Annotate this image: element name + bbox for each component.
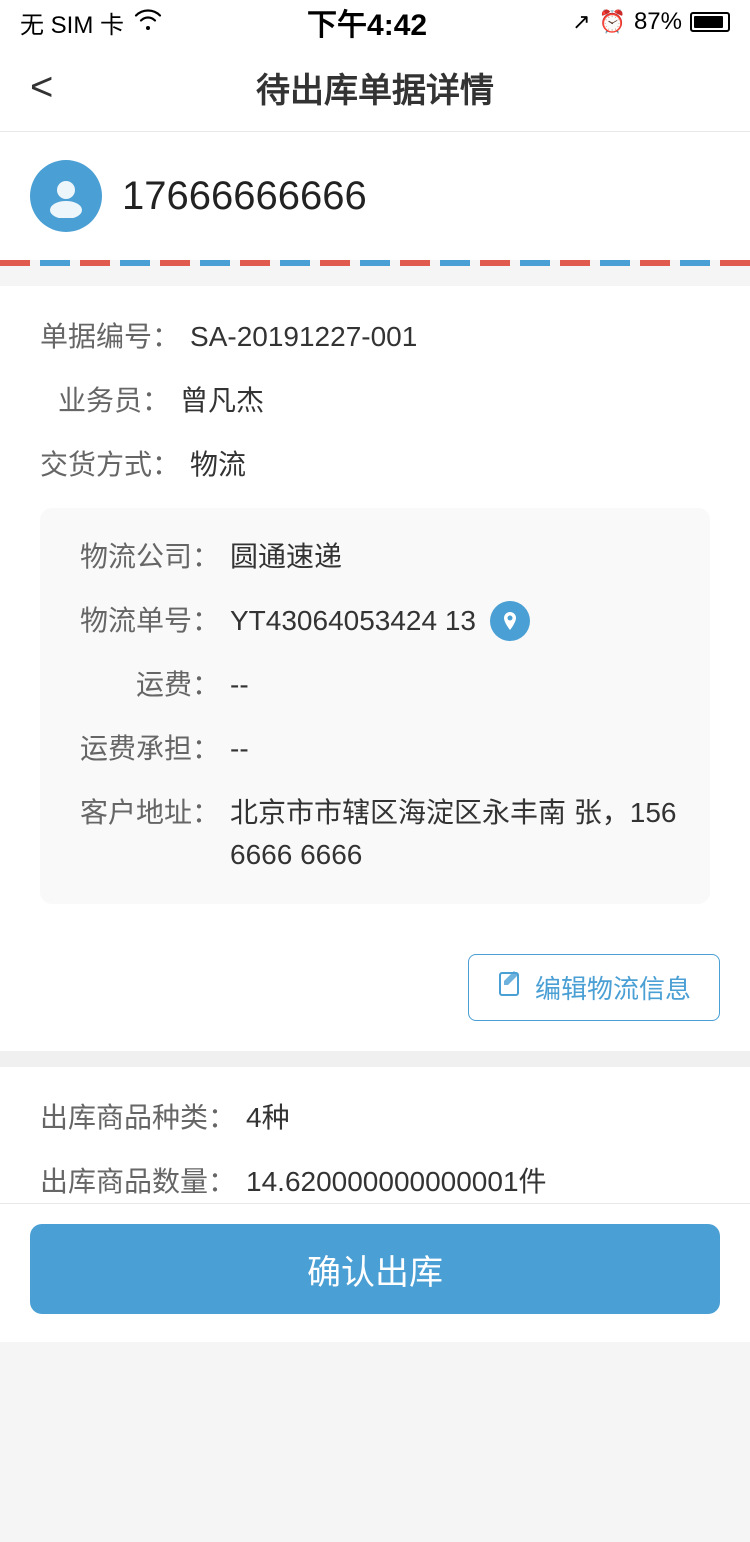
freight-value: --	[230, 664, 680, 706]
delivery-method-value: 物流	[190, 444, 710, 486]
delivery-method-label: 交货方式：	[40, 444, 180, 486]
freight-label: 运费：	[70, 664, 220, 706]
battery-icon	[690, 12, 730, 32]
customer-header: 17666666666	[0, 132, 750, 260]
freight-row: 运费： --	[70, 664, 680, 706]
freight-bearer-label: 运费承担：	[70, 728, 220, 770]
dashed-divider	[0, 260, 750, 266]
product-quantity-value: 14.620000000000001件	[246, 1161, 710, 1203]
wifi-icon	[134, 8, 162, 37]
basic-info-section: 单据编号： SA-20191227-001 业务员： 曾凡杰 交货方式： 物流 …	[0, 286, 750, 954]
status-left: 无 SIM 卡	[20, 5, 162, 40]
address-value: 北京市市辖区海淀区永丰南 张，156 6666 6666	[230, 792, 680, 876]
logistics-company-label: 物流公司：	[70, 536, 220, 578]
status-bar: 无 SIM 卡 下午4:42 ↗ ⏰ 87%	[0, 0, 750, 44]
freight-bearer-row: 运费承担： --	[70, 728, 680, 770]
document-no-value: SA-20191227-001	[190, 316, 710, 358]
product-quantity-row: 出库商品数量： 14.620000000000001件	[40, 1161, 710, 1203]
section-divider	[0, 1051, 750, 1067]
customer-phone: 17666666666	[122, 174, 367, 219]
logistics-company-value: 圆通速递	[230, 536, 680, 578]
back-button[interactable]: <	[30, 65, 53, 110]
salesperson-row: 业务员： 曾凡杰	[40, 380, 710, 422]
salesperson-label: 业务员：	[40, 380, 170, 422]
salesperson-value: 曾凡杰	[180, 380, 710, 422]
bottom-space	[0, 1342, 750, 1542]
edit-icon	[497, 970, 525, 1005]
edit-logistics-label: 编辑物流信息	[535, 969, 691, 1006]
battery-percentage: 87%	[634, 8, 682, 36]
edit-logistics-section: 编辑物流信息	[0, 954, 750, 1051]
tracking-no-label: 物流单号：	[70, 600, 220, 642]
status-right: ↗ ⏰ 87%	[572, 8, 730, 36]
carrier-label: 无 SIM 卡	[20, 5, 124, 40]
product-types-row: 出库商品种类： 4种	[40, 1097, 710, 1139]
product-types-label: 出库商品种类：	[40, 1097, 236, 1139]
confirm-btn-wrapper: 确认出库	[0, 1203, 750, 1334]
logistics-company-row: 物流公司： 圆通速递	[70, 536, 680, 578]
product-types-value: 4种	[246, 1097, 710, 1139]
address-label: 客户地址：	[70, 792, 220, 834]
confirm-button[interactable]: 确认出库	[30, 1224, 720, 1314]
confirm-label: 确认出库	[307, 1245, 443, 1294]
track-location-icon[interactable]	[490, 601, 530, 641]
status-time: 下午4:42	[307, 0, 427, 44]
document-no-row: 单据编号： SA-20191227-001	[40, 316, 710, 358]
address-row: 客户地址： 北京市市辖区海淀区永丰南 张，156 6666 6666	[70, 792, 680, 876]
tracking-no-value: YT43064053424 13	[230, 600, 680, 642]
location-icon: ↗	[572, 9, 590, 35]
tracking-no-row: 物流单号： YT43064053424 13	[70, 600, 680, 642]
alarm-icon: ⏰	[599, 9, 626, 35]
nav-bar: < 待出库单据详情	[0, 44, 750, 132]
document-no-label: 单据编号：	[40, 316, 180, 358]
logistics-card: 物流公司： 圆通速递 物流单号： YT43064053424 13 运费： --…	[40, 508, 710, 904]
edit-logistics-button[interactable]: 编辑物流信息	[468, 954, 720, 1021]
page-title: 待出库单据详情	[256, 63, 494, 112]
avatar	[30, 160, 102, 232]
product-quantity-label: 出库商品数量：	[40, 1161, 236, 1203]
freight-bearer-value: --	[230, 728, 680, 770]
delivery-method-row: 交货方式： 物流	[40, 444, 710, 486]
